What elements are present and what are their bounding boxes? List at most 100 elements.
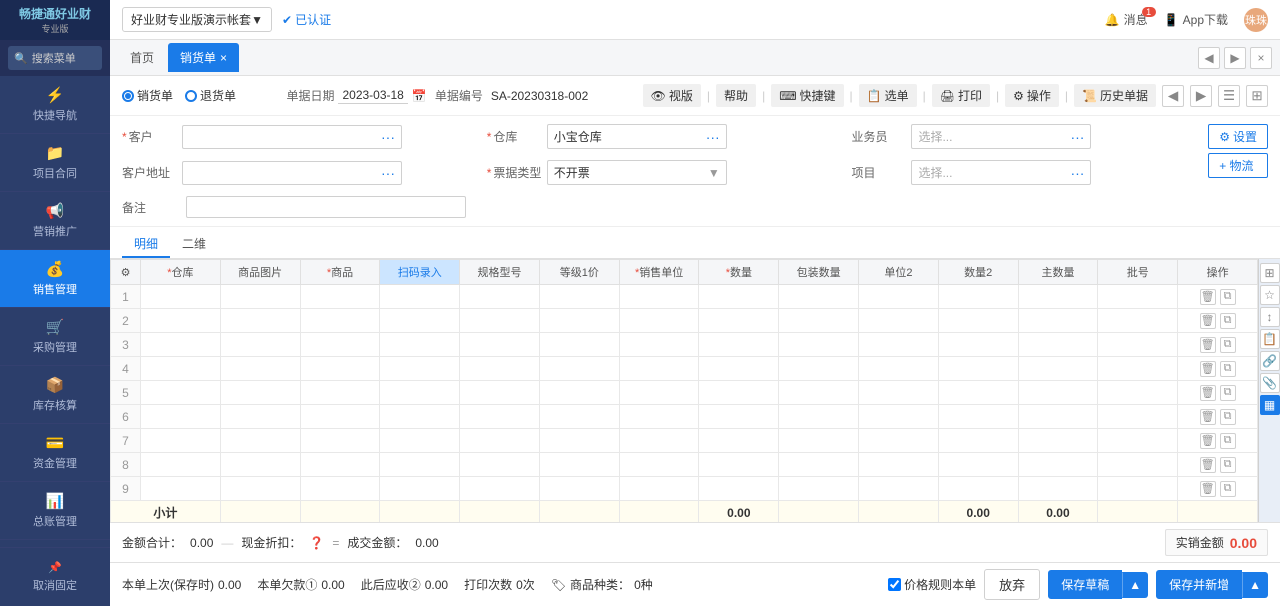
float-btn-1[interactable]: ⊞ [1260, 263, 1280, 283]
cell-4[interactable] [460, 453, 540, 477]
help-button[interactable]: 帮助 [716, 84, 756, 107]
tab-2d[interactable]: 二维 [170, 231, 218, 258]
project-input[interactable]: 选择... ··· [911, 160, 1091, 185]
search-menu-button[interactable]: 🔍 搜索菜单 [8, 46, 102, 70]
cell-2[interactable] [300, 285, 380, 309]
cell-10[interactable] [938, 309, 1018, 333]
cell-0[interactable] [141, 357, 221, 381]
cell-11[interactable] [1018, 405, 1098, 429]
float-btn-3[interactable]: ↕ [1260, 307, 1280, 327]
cell-8[interactable] [779, 333, 859, 357]
cell-12[interactable] [1098, 429, 1178, 453]
cell-7[interactable] [699, 333, 779, 357]
cell-7[interactable] [699, 429, 779, 453]
cell-11[interactable] [1018, 381, 1098, 405]
cell-0[interactable] [141, 333, 221, 357]
cell-6[interactable] [619, 381, 699, 405]
cell-11[interactable] [1018, 477, 1098, 501]
cell-2[interactable] [300, 453, 380, 477]
calendar-icon[interactable]: 📅 [412, 89, 427, 103]
cell-0[interactable] [141, 285, 221, 309]
view-button[interactable]: 👁视版 [643, 84, 701, 107]
cell-12[interactable] [1098, 381, 1178, 405]
cell-3[interactable] [380, 453, 460, 477]
cell-4[interactable] [460, 357, 540, 381]
sidebar-item-purchase[interactable]: 🛒 采购管理 [0, 308, 110, 366]
cell-9[interactable] [859, 429, 939, 453]
cell-1[interactable] [220, 429, 300, 453]
user-avatar-area[interactable]: 珠珠 [1244, 8, 1268, 32]
cell-12[interactable] [1098, 333, 1178, 357]
sidebar-item-sales[interactable]: 💰 销售管理 [0, 250, 110, 308]
ticket-select[interactable]: 不开票 ▼ [547, 160, 727, 185]
company-selector[interactable]: 好业财专业版演示帐套 ▼ [122, 7, 272, 32]
delete-icon[interactable]: 🗑 [1200, 409, 1216, 425]
cell-10[interactable] [938, 357, 1018, 381]
cell-2[interactable] [300, 429, 380, 453]
cell-5[interactable] [539, 333, 619, 357]
delete-icon[interactable]: 🗑 [1200, 361, 1216, 377]
sidebar-item-invoice[interactable]: 🧾 发票管理 [0, 540, 110, 547]
cell-5[interactable] [539, 429, 619, 453]
float-btn-6[interactable]: 📎 [1260, 373, 1280, 393]
radio-sale[interactable]: 销货单 [122, 87, 173, 104]
copy-icon[interactable]: ⧉ [1220, 289, 1236, 305]
copy-icon[interactable]: ⧉ [1220, 361, 1236, 377]
cell-12[interactable] [1098, 477, 1178, 501]
cell-3[interactable] [380, 405, 460, 429]
address-input[interactable]: ··· [182, 161, 402, 185]
float-btn-2[interactable]: ☆ [1260, 285, 1280, 305]
cell-1[interactable] [220, 381, 300, 405]
cell-5[interactable] [539, 285, 619, 309]
cell-0[interactable] [141, 453, 221, 477]
cell-7[interactable] [699, 477, 779, 501]
app-download-button[interactable]: 📱 App下载 [1164, 11, 1228, 28]
price-check-input[interactable] [888, 578, 901, 591]
cell-2[interactable] [300, 381, 380, 405]
shortcut-button[interactable]: ⌨快捷键 [771, 84, 843, 107]
cell-5[interactable] [539, 309, 619, 333]
cell-10[interactable] [938, 381, 1018, 405]
sidebar-item-inventory[interactable]: 📦 库存核算 [0, 366, 110, 424]
cell-9[interactable] [859, 381, 939, 405]
cell-7[interactable] [699, 405, 779, 429]
remark-input[interactable] [186, 196, 466, 218]
cell-10[interactable] [938, 429, 1018, 453]
cell-6[interactable] [619, 285, 699, 309]
cell-9[interactable] [859, 309, 939, 333]
set-button[interactable]: ⚙ 设置 [1208, 124, 1268, 149]
cell-11[interactable] [1018, 453, 1098, 477]
cell-0[interactable] [141, 405, 221, 429]
cell-4[interactable] [460, 429, 540, 453]
cell-11[interactable] [1018, 285, 1098, 309]
date-value[interactable]: 2023-03-18 [338, 87, 407, 104]
price-check-label[interactable]: 价格规则本单 [888, 576, 976, 593]
save-new-arrow[interactable]: ▲ [1242, 572, 1268, 598]
customer-input[interactable]: ··· [182, 125, 402, 149]
float-btn-4[interactable]: 📋 [1260, 329, 1280, 349]
delete-icon[interactable]: 🗑 [1200, 337, 1216, 353]
cell-7[interactable] [699, 381, 779, 405]
cell-10[interactable] [938, 333, 1018, 357]
cell-0[interactable] [141, 309, 221, 333]
cell-1[interactable] [220, 309, 300, 333]
warehouse-input[interactable]: 小宝仓库 ··· [547, 124, 727, 149]
cell-6[interactable] [619, 333, 699, 357]
operate-button[interactable]: ⚙操作 [1005, 84, 1059, 107]
cell-9[interactable] [859, 333, 939, 357]
col-setting[interactable]: ⚙ [111, 260, 141, 285]
sidebar-item-funds[interactable]: 💳 资金管理 [0, 424, 110, 482]
cell-8[interactable] [779, 453, 859, 477]
save-draft-arrow[interactable]: ▲ [1122, 572, 1148, 598]
cell-5[interactable] [539, 405, 619, 429]
copy-icon[interactable]: ⧉ [1220, 481, 1236, 497]
delete-icon[interactable]: 🗑 [1200, 385, 1216, 401]
sidebar-item-project[interactable]: 📁 项目合同 [0, 134, 110, 192]
copy-icon[interactable]: ⧉ [1220, 385, 1236, 401]
cell-8[interactable] [779, 285, 859, 309]
cell-1[interactable] [220, 285, 300, 309]
tab-prev-button[interactable]: ◀ [1198, 47, 1220, 69]
cell-2[interactable] [300, 309, 380, 333]
cell-7[interactable] [699, 309, 779, 333]
cell-3[interactable] [380, 309, 460, 333]
